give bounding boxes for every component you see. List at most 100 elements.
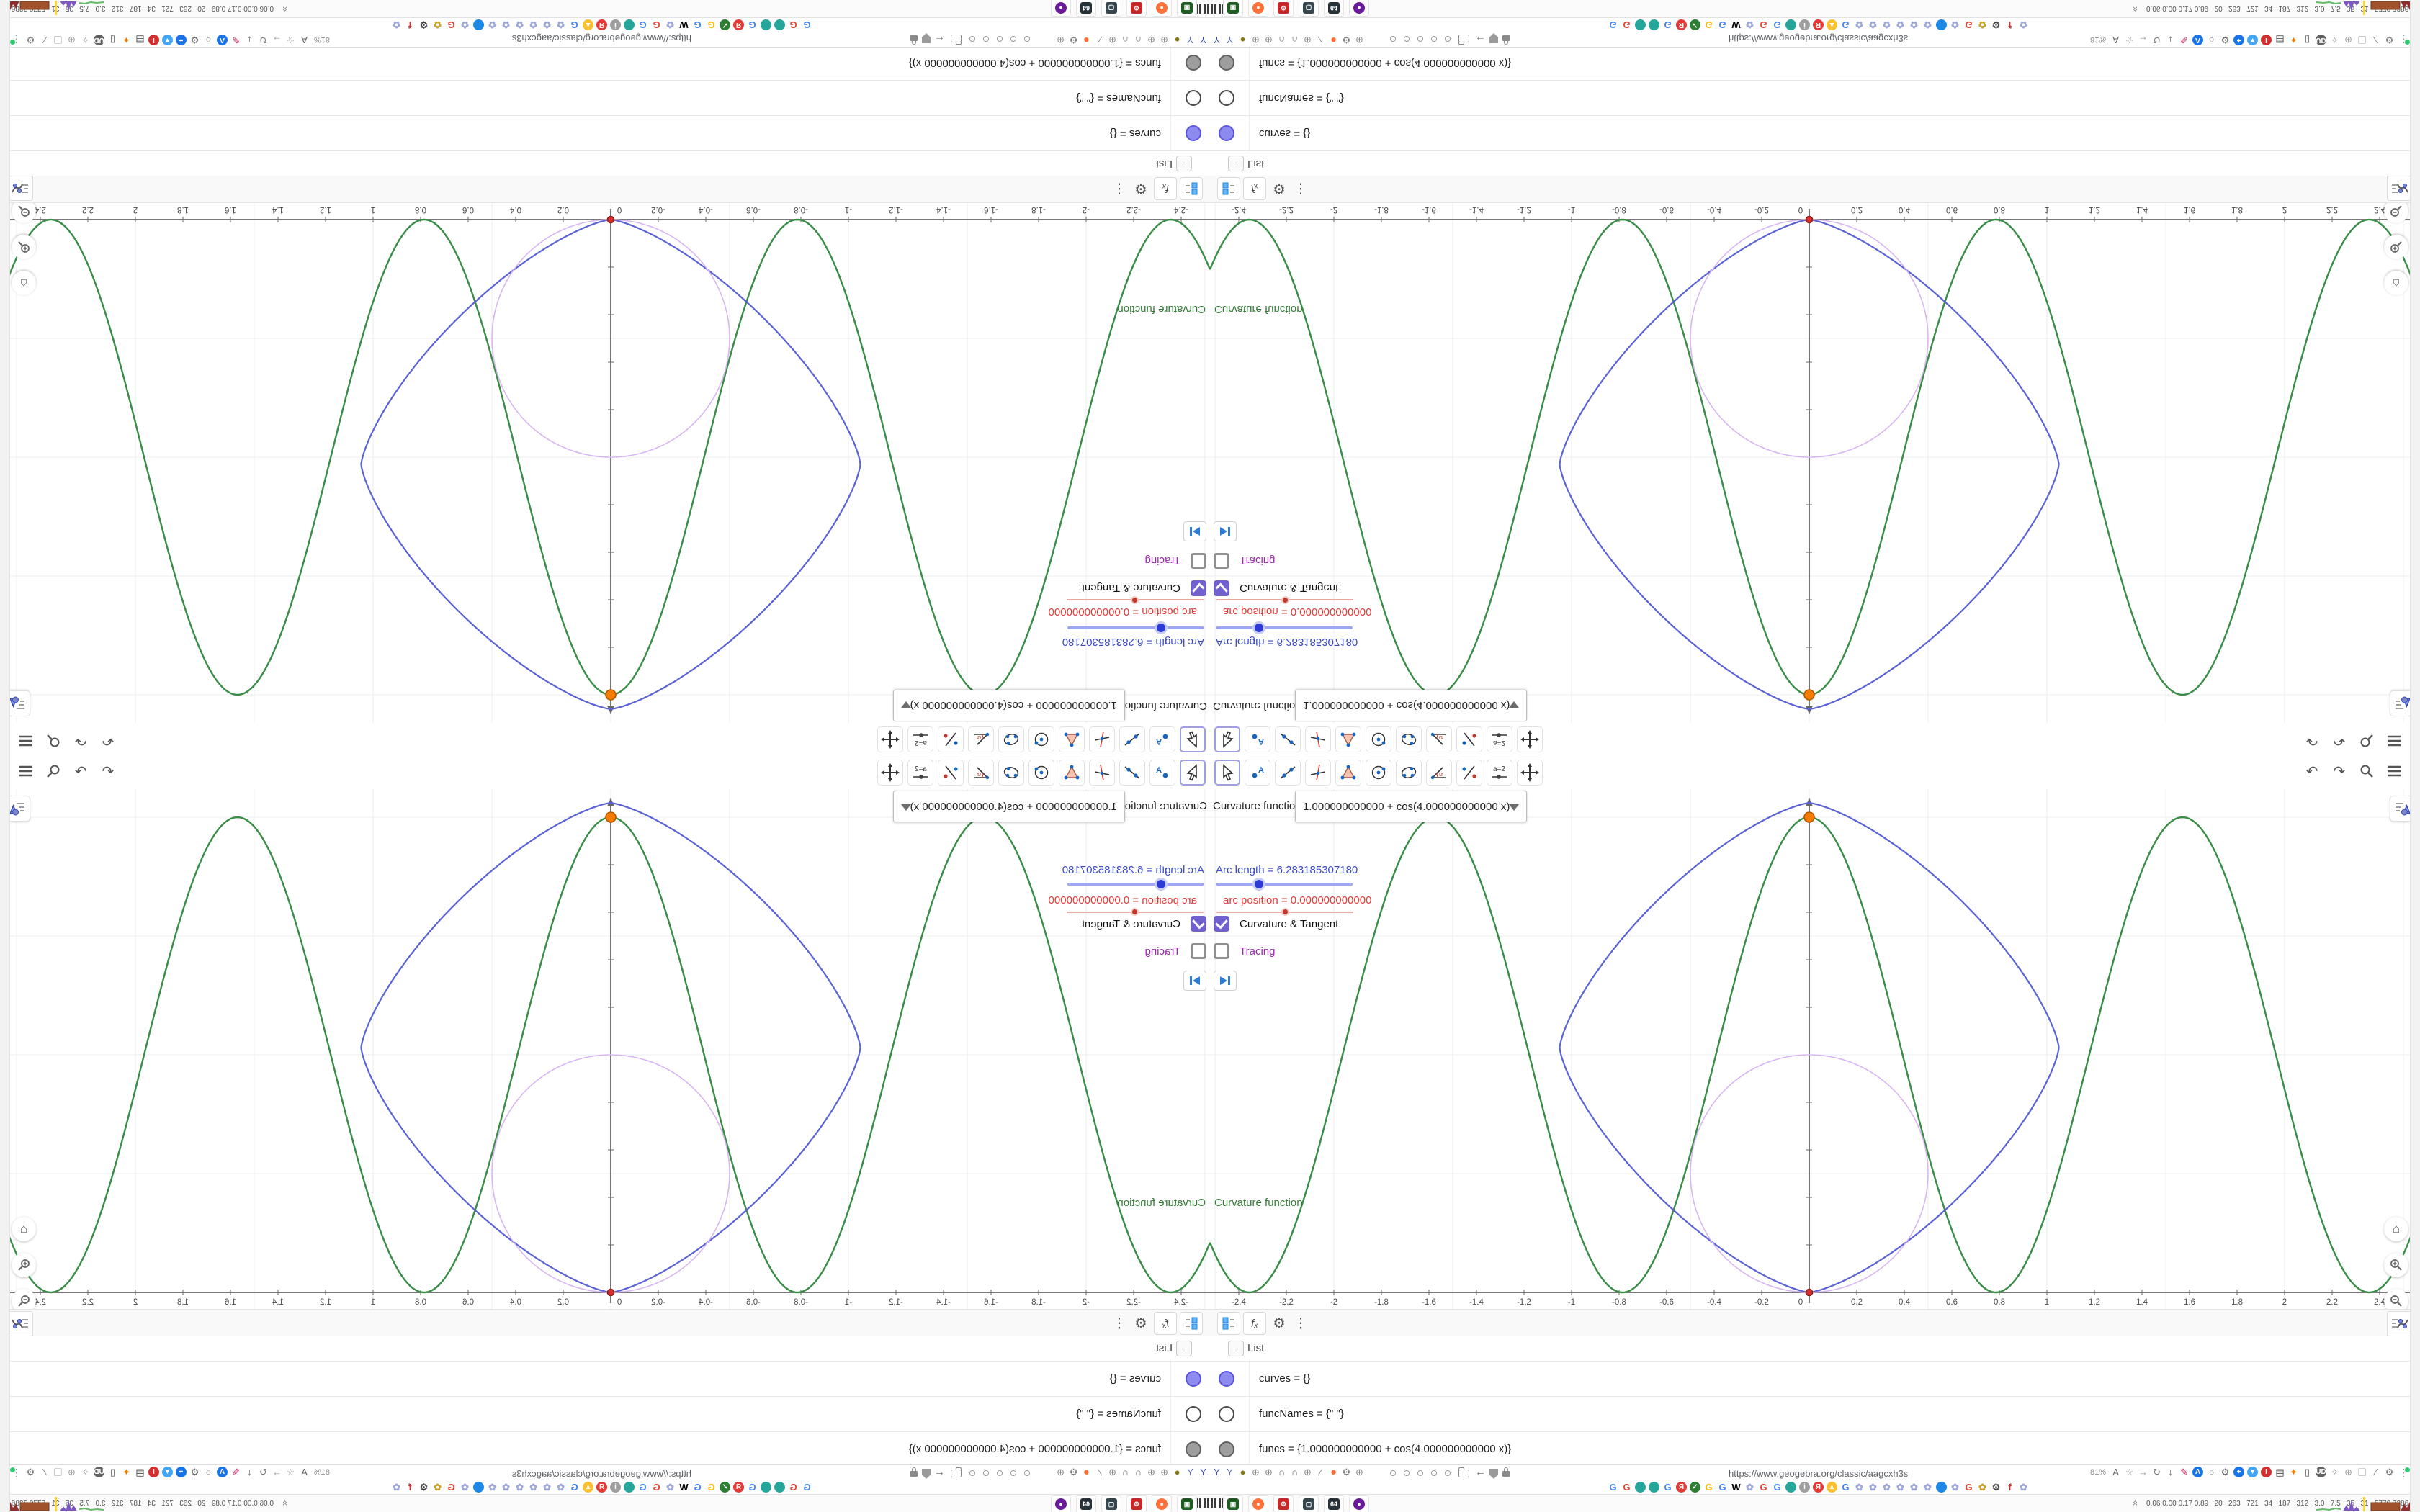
gear-icon[interactable]: ⚙ — [2220, 35, 2231, 45]
tab-gear[interactable]: ⚙ — [1991, 19, 2002, 30]
brush-icon[interactable]: ✎ — [2179, 35, 2190, 45]
arc-position-slider-knob[interactable] — [1281, 908, 1289, 916]
tab-yandex[interactable]: Я — [1813, 19, 1824, 30]
function-combobox[interactable]: 1.000000000000 + cos(4.000000000000 x) — [893, 690, 1125, 721]
puzzle-icon[interactable]: ❑ — [2357, 35, 2367, 45]
red-badge-icon[interactable]: I — [148, 35, 159, 45]
tab-gear[interactable]: ⚙ — [418, 1482, 429, 1493]
arc-position-slider-knob[interactable] — [1131, 908, 1139, 916]
tool-line[interactable] — [1119, 760, 1145, 786]
globe-icon[interactable]: ⊕ — [1107, 1467, 1118, 1477]
olive-dot-icon[interactable]: ● — [1237, 35, 1248, 45]
arc-length-slider-knob[interactable] — [1154, 621, 1168, 634]
settings-gear-icon[interactable]: ⚙ — [1129, 1312, 1152, 1335]
brush-icon[interactable]: ✎ — [230, 35, 241, 45]
page-zoom-level[interactable]: 81% — [314, 36, 330, 45]
visibility-marble[interactable] — [1219, 1441, 1234, 1457]
tab-wikipedia[interactable]: W — [678, 1482, 689, 1493]
tab-teal[interactable] — [624, 19, 635, 30]
function-combobox[interactable]: 1.000000000000 + cos(4.000000000000 x) — [1295, 791, 1527, 822]
olive-dot-icon[interactable]: ● — [1172, 1467, 1183, 1477]
tab-geogebra[interactable]: ✿ — [1881, 1482, 1892, 1493]
window-scrollbar[interactable] — [0, 756, 10, 1512]
red-badge-icon[interactable]: I — [2261, 1467, 2272, 1477]
settings-gear-icon[interactable]: ⚙ — [1268, 1312, 1291, 1335]
tool-polygon[interactable] — [1059, 726, 1085, 752]
tray-book[interactable]: ▣ — [1177, 0, 1197, 17]
tab-google[interactable]: G — [1840, 1482, 1851, 1493]
tool-move[interactable] — [1180, 726, 1206, 752]
collapse-button[interactable]: − — [1228, 1341, 1244, 1356]
tab-geogebra[interactable]: ✿ — [1895, 1482, 1906, 1493]
graphics-view[interactable]: -2.4 -2.2 -2 -1.8 -1.6 -1.4 -1.2 -1 -0.8 -0.6 -0.4… — [1210, 199, 2420, 723]
overflow-kebab-icon[interactable]: ⋮ — [2398, 32, 2408, 45]
window-scrollbar[interactable] — [2410, 756, 2420, 1512]
tray-floppy[interactable]: 64 — [1324, 1495, 1344, 1512]
function-combobox[interactable]: 1.000000000000 + cos(4.000000000000 x) — [893, 791, 1125, 822]
tree-view-button[interactable] — [1180, 177, 1203, 200]
tab-geogebra[interactable]: ✿ — [665, 1482, 676, 1493]
wrench-icon[interactable]: ⁄ — [1315, 1467, 1326, 1477]
bookmark-y-icon[interactable]: Y — [1198, 35, 1209, 45]
tab-f[interactable]: f — [2004, 19, 2015, 30]
tab-google[interactable]: G — [1840, 19, 1851, 30]
more-kebab-icon[interactable]: ⋮ — [1112, 1312, 1126, 1335]
olive-dot-icon[interactable]: ● — [1172, 35, 1183, 45]
forward-icon[interactable]: → — [2138, 35, 2148, 45]
wrench-icon[interactable]: ⁄ — [1094, 1467, 1105, 1477]
tab-geogebra[interactable]: ✿ — [1868, 1482, 1878, 1493]
globe-icon[interactable]: ⊕ — [1055, 1467, 1066, 1477]
trash-icon[interactable]: ▤ — [135, 1467, 145, 1477]
firefox-icon[interactable]: ● — [1328, 1467, 1339, 1477]
address-bar-url[interactable]: https://www.geogebra.org/classic/aagcxh3… — [512, 1468, 691, 1479]
tab-image[interactable]: ▲ — [583, 1482, 593, 1493]
tab-geogebra[interactable]: ✿ — [1868, 19, 1878, 30]
tab-geogebra[interactable]: ✿ — [542, 1482, 552, 1493]
translate-icon[interactable]: A — [2110, 1467, 2121, 1477]
tab-google[interactable]: G — [1717, 1482, 1728, 1493]
graphics-view[interactable]: -2.4 -2.2 -2 -1.8 -1.6 -1.4 -1.2 -1 -0.8 -0.6 -0.4… — [1210, 789, 2420, 1313]
home-button[interactable]: ⌂ — [2384, 1217, 2408, 1241]
algebra-row-curves[interactable]: curves = {} — [0, 1361, 1210, 1396]
tool-line[interactable] — [1275, 726, 1301, 752]
home-button[interactable]: ⌂ — [2384, 271, 2408, 295]
gear-icon[interactable]: ⚙ — [189, 35, 200, 45]
tab-google[interactable]: G — [692, 19, 703, 30]
tool-point[interactable]: A — [1150, 760, 1175, 786]
gear-icon[interactable]: ⚙ — [1068, 35, 1079, 45]
tray-red-gear[interactable]: ⚙ — [1126, 1495, 1147, 1512]
tab-info[interactable]: i — [1799, 19, 1810, 30]
arc-position-slider[interactable] — [1216, 908, 1353, 916]
tab-google[interactable]: G — [1758, 1482, 1769, 1493]
translate-blue-icon[interactable]: A — [2192, 1467, 2204, 1477]
tab-yandex[interactable]: Я — [596, 19, 607, 30]
ud-badge-icon[interactable]: UD — [93, 1467, 104, 1477]
tab-google[interactable]: G — [569, 1482, 580, 1493]
tray-firefox[interactable]: ● — [1248, 0, 1268, 17]
curvature-tangent-checkbox[interactable] — [1191, 916, 1206, 932]
step-animation-button[interactable] — [1183, 971, 1206, 991]
tab-teal[interactable] — [624, 1482, 635, 1493]
shield-icon[interactable] — [1489, 1469, 1498, 1479]
tab-info[interactable]: i — [610, 19, 621, 30]
download-icon[interactable]: ↓ — [244, 1467, 255, 1477]
tool-move[interactable] — [1214, 726, 1240, 752]
tool-slider[interactable]: a=2 — [1487, 726, 1512, 752]
home-button[interactable]: ⌂ — [12, 271, 36, 295]
tool-circle-center-point[interactable] — [1366, 726, 1392, 752]
workspace-indicator-icon[interactable] — [1211, 4, 1216, 14]
tab-google[interactable]: G — [1703, 19, 1714, 30]
tab-gear[interactable]: ⚙ — [1991, 1482, 2002, 1493]
bookmark-y-icon[interactable]: Y — [1185, 35, 1196, 45]
shield-icon[interactable]: ✧ — [80, 1467, 91, 1477]
shield-icon[interactable] — [922, 1469, 931, 1479]
search-button[interactable] — [2357, 761, 2377, 781]
tab-teal[interactable] — [1649, 19, 1659, 30]
tab-teal[interactable] — [774, 19, 785, 30]
tab-wikipedia[interactable]: W — [1731, 1482, 1742, 1493]
share-icon[interactable]: ✦ — [2288, 1467, 2299, 1477]
bookmark-y-icon[interactable]: Y — [1224, 1467, 1235, 1477]
tool-angle[interactable]: α — [1426, 760, 1452, 786]
reload-icon[interactable]: ↻ — [2151, 1467, 2162, 1477]
settings-gear-icon[interactable]: ⚙ — [1268, 177, 1291, 200]
